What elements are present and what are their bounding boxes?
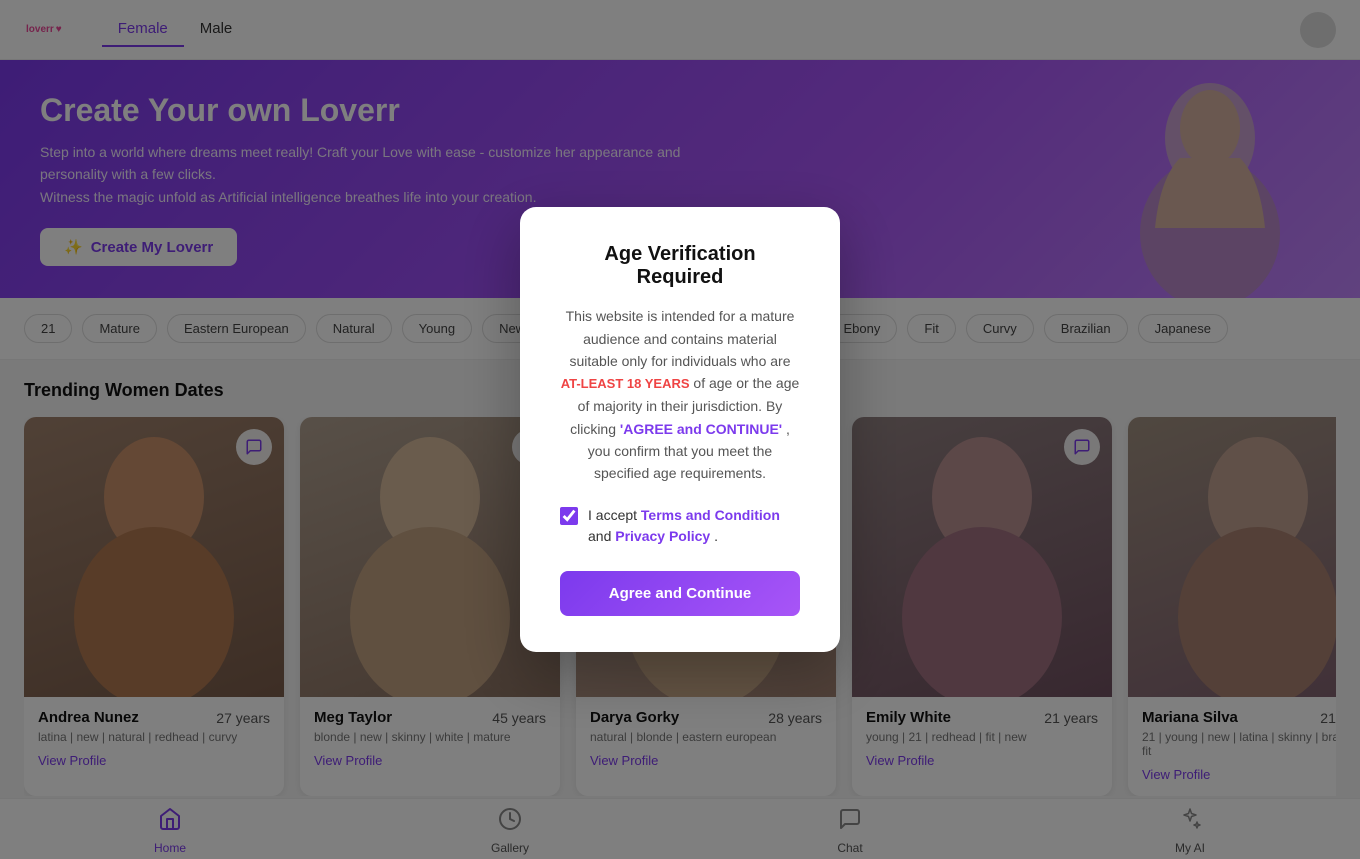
privacy-link[interactable]: Privacy Policy xyxy=(615,528,710,544)
modal-body-text1: This website is intended for a mature au… xyxy=(566,308,795,369)
terms-label: I accept Terms and Condition and Privacy… xyxy=(588,505,800,547)
age-verification-modal: Age Verification Required This website i… xyxy=(520,207,840,652)
modal-title: Age Verification Required xyxy=(560,243,800,289)
terms-link[interactable]: Terms and Condition xyxy=(641,507,780,523)
modal-body: This website is intended for a mature au… xyxy=(560,305,800,485)
accept-terms-checkbox[interactable] xyxy=(560,507,578,525)
modal-agree-link-text: 'AGREE and CONTINUE' xyxy=(620,421,782,437)
agree-continue-button[interactable]: Agree and Continue xyxy=(560,571,800,616)
terms-checkbox-row: I accept Terms and Condition and Privacy… xyxy=(560,505,800,547)
modal-age-text: AT-LEAST 18 YEARS xyxy=(561,376,690,391)
modal-overlay: Age Verification Required This website i… xyxy=(0,0,1360,859)
